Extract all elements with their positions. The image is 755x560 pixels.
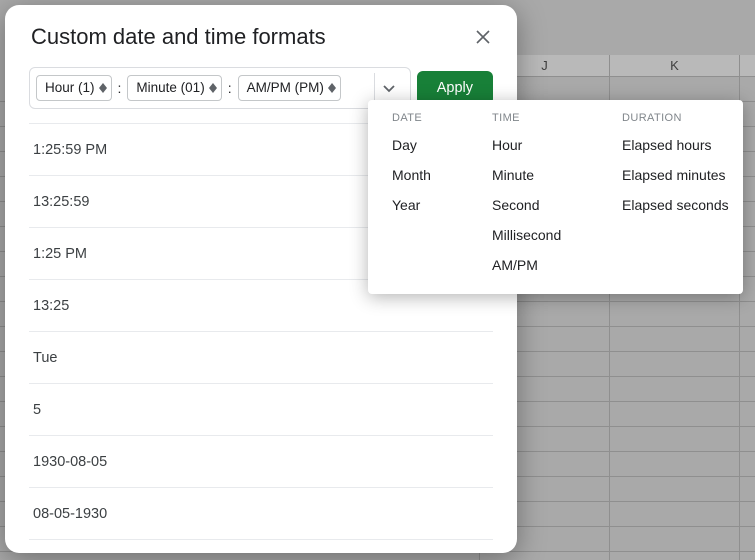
menu-item-duration[interactable]: Elapsed hours: [604, 130, 747, 160]
cell[interactable]: [740, 377, 755, 401]
menu-header-time: TIME: [474, 110, 592, 130]
cell[interactable]: [740, 452, 755, 476]
cell[interactable]: [740, 327, 755, 351]
cell[interactable]: [740, 402, 755, 426]
menu-item-date[interactable]: Year: [374, 190, 462, 220]
menu-header-date: DATE: [374, 110, 462, 130]
dialog-title: Custom date and time formats: [31, 24, 326, 50]
cell[interactable]: [610, 402, 740, 426]
cell[interactable]: [740, 77, 755, 101]
add-token-menu: DATE DayMonthYear TIME HourMinuteSecondM…: [368, 100, 743, 294]
menu-item-date[interactable]: Month: [374, 160, 462, 190]
menu-item-duration[interactable]: Elapsed minutes: [604, 160, 747, 190]
col-header[interactable]: L: [740, 55, 755, 77]
cell[interactable]: [740, 502, 755, 526]
cell[interactable]: [610, 452, 740, 476]
token-ampm-label: AM/PM (PM): [247, 79, 324, 97]
token-ampm[interactable]: AM/PM (PM): [238, 75, 341, 101]
cell[interactable]: [610, 77, 740, 101]
format-preset-item[interactable]: 08-05-1930: [29, 488, 493, 540]
menu-item-date[interactable]: Day: [374, 130, 462, 160]
cell[interactable]: [610, 527, 740, 551]
cell[interactable]: [610, 302, 740, 326]
menu-item-duration[interactable]: Elapsed seconds: [604, 190, 747, 220]
menu-item-time[interactable]: Millisecond: [474, 220, 592, 250]
cell[interactable]: [610, 377, 740, 401]
cell[interactable]: [610, 327, 740, 351]
cell[interactable]: [480, 552, 610, 560]
cell[interactable]: [610, 502, 740, 526]
token-separator: :: [117, 80, 123, 96]
menu-item-time[interactable]: Hour: [474, 130, 592, 160]
cell[interactable]: [610, 352, 740, 376]
add-token-button[interactable]: [374, 73, 404, 103]
menu-item-time[interactable]: Minute: [474, 160, 592, 190]
cell[interactable]: [740, 552, 755, 560]
col-header[interactable]: K: [610, 55, 740, 77]
format-token-editor[interactable]: Hour (1) : Minute (01) : AM/PM (PM): [29, 67, 411, 109]
format-preset-item[interactable]: 5: [29, 384, 493, 436]
close-button[interactable]: [469, 23, 497, 51]
menu-header-duration: DURATION: [604, 110, 747, 130]
cell[interactable]: [740, 527, 755, 551]
token-stepper-icon: [99, 83, 107, 93]
token-minute[interactable]: Minute (01): [127, 75, 221, 101]
cell[interactable]: [740, 302, 755, 326]
menu-item-time[interactable]: AM/PM: [474, 250, 592, 280]
format-preset-item[interactable]: Tue: [29, 332, 493, 384]
cell[interactable]: [610, 427, 740, 451]
token-minute-label: Minute (01): [136, 79, 204, 97]
cell[interactable]: [740, 427, 755, 451]
token-stepper-icon: [209, 83, 217, 93]
format-preset-item[interactable]: 1930-08-05: [29, 436, 493, 488]
chevron-down-icon: [382, 81, 396, 95]
cell[interactable]: [740, 352, 755, 376]
cell[interactable]: [740, 477, 755, 501]
token-separator: :: [227, 80, 233, 96]
cell[interactable]: [610, 552, 740, 560]
menu-item-time[interactable]: Second: [474, 190, 592, 220]
cell[interactable]: [610, 477, 740, 501]
close-icon: [476, 30, 490, 44]
token-hour[interactable]: Hour (1): [36, 75, 112, 101]
token-hour-label: Hour (1): [45, 79, 95, 97]
token-stepper-icon: [328, 83, 336, 93]
